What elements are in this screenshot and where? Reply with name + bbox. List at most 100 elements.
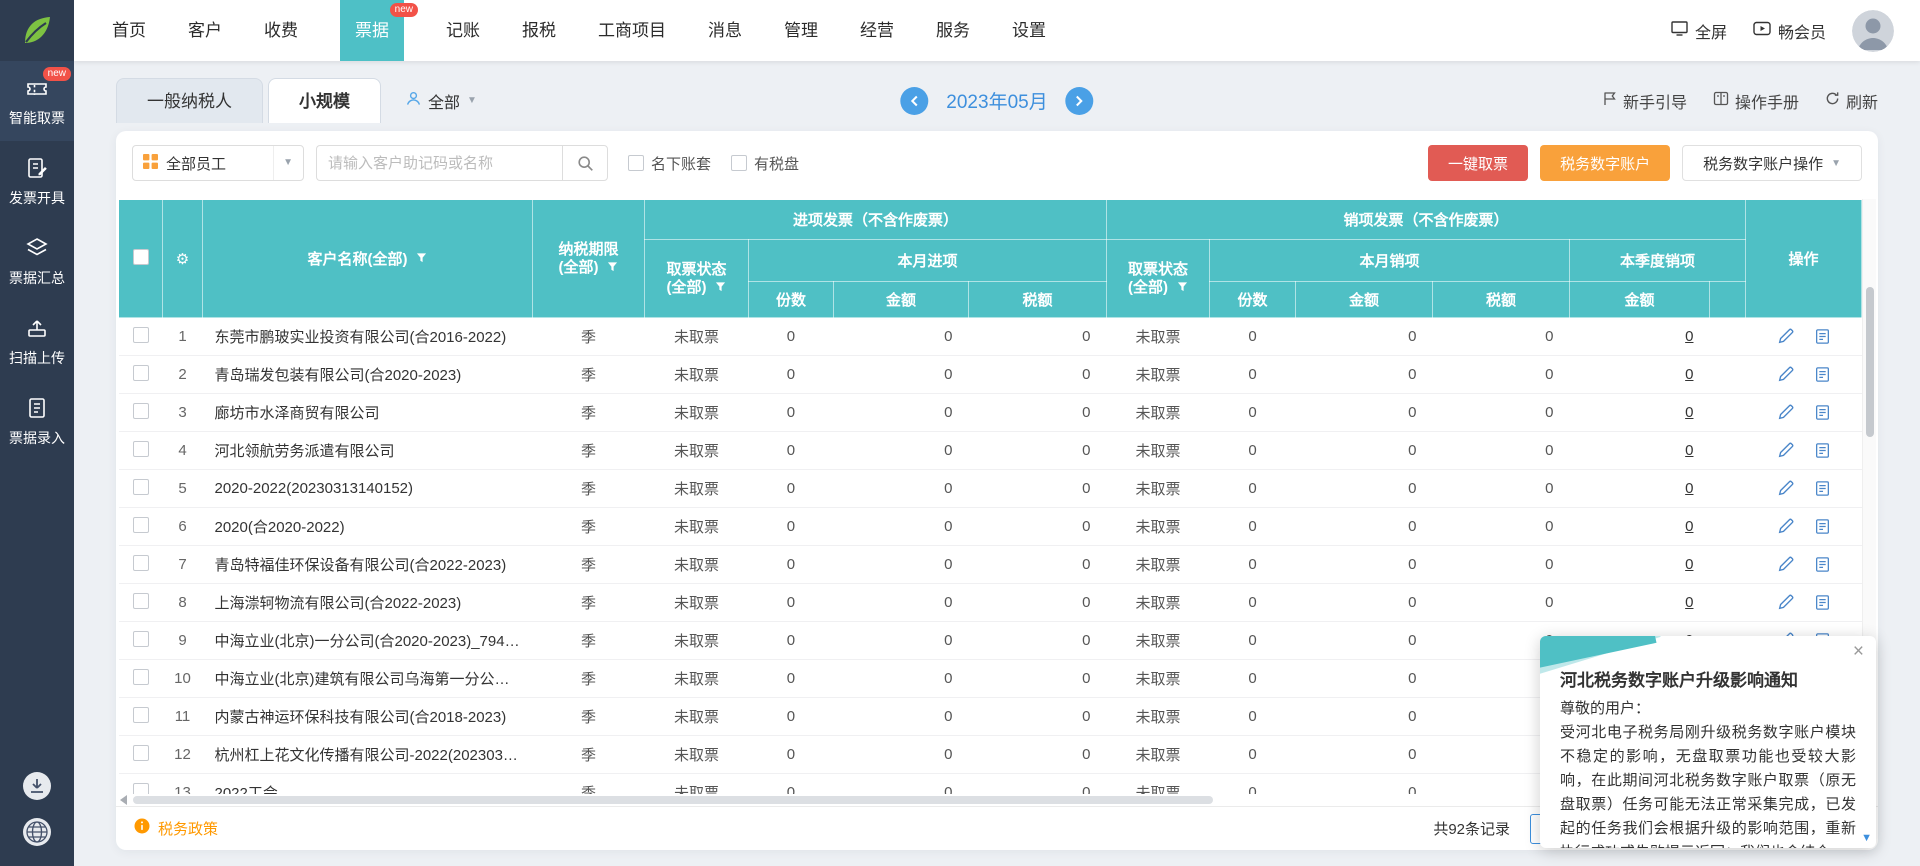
customer-name[interactable]: 河北领航劳务派遣有限公司: [202, 431, 533, 470]
invoice-detail-icon[interactable]: [1814, 480, 1831, 497]
row-checkbox[interactable]: [132, 326, 149, 343]
invoice-detail-icon[interactable]: [1814, 594, 1831, 611]
customer-name[interactable]: 上海漴轲物流有限公司(合2022-2023): [202, 583, 533, 622]
col-select-all[interactable]: [118, 199, 163, 318]
row-checkbox[interactable]: [132, 706, 149, 723]
row-checkbox[interactable]: [132, 668, 149, 685]
own-accounts-checkbox[interactable]: 名下账套: [628, 153, 711, 174]
tax-policy-link[interactable]: 税务政策: [158, 818, 218, 839]
customer-name[interactable]: 2022工会: [202, 773, 533, 794]
table-row[interactable]: 1 东莞市鹏玻实业投资有限公司(合2016-2022) 季 未取票 0 0 0 …: [118, 317, 1862, 356]
nav-item[interactable]: 报税: [522, 0, 556, 61]
quarter-amount-link[interactable]: 0: [1685, 442, 1693, 459]
nav-item[interactable]: 设置: [1012, 0, 1046, 61]
refresh-link[interactable]: 刷新: [1825, 89, 1878, 113]
table-row[interactable]: 5 2020-2022(20230313140152) 季 未取票 0 0 0 …: [118, 469, 1862, 508]
vertical-scrollbar-thumb[interactable]: [1866, 287, 1874, 437]
invoice-detail-icon[interactable]: [1814, 366, 1831, 383]
nav-item[interactable]: 客户: [188, 0, 222, 61]
col-settings[interactable]: ⚙: [162, 199, 203, 318]
edit-icon[interactable]: [1777, 442, 1794, 459]
filter-funnel-icon[interactable]: [715, 279, 726, 297]
customer-name[interactable]: 中海立业(北京)建筑有限公司乌海第一分公司(...: [202, 659, 533, 698]
nav-item[interactable]: 记账: [446, 0, 480, 61]
quarter-amount-link[interactable]: 0: [1685, 366, 1693, 383]
next-month-button[interactable]: [1065, 86, 1094, 115]
edit-icon[interactable]: [1777, 480, 1794, 497]
search-input[interactable]: [316, 145, 562, 181]
col-customer-name[interactable]: 客户名称(全部): [202, 199, 533, 318]
filter-funnel-icon[interactable]: [1177, 279, 1188, 297]
nav-item[interactable]: 管理: [784, 0, 818, 61]
row-checkbox[interactable]: [132, 402, 149, 419]
quarter-amount-link[interactable]: 0: [1685, 328, 1693, 345]
search-button[interactable]: [562, 145, 608, 181]
select-all-checkbox[interactable]: [132, 248, 149, 265]
table-row[interactable]: 6 2020(合2020-2022) 季 未取票 0 0 0 未取票 0 0 0…: [118, 507, 1862, 546]
one-click-fetch-button[interactable]: 一键取票: [1428, 145, 1529, 181]
row-checkbox[interactable]: [132, 592, 149, 609]
invoice-detail-icon[interactable]: [1814, 328, 1831, 345]
org-filter-dropdown[interactable]: 全部 ▼: [406, 78, 477, 123]
table-row[interactable]: 4 河北领航劳务派遣有限公司 季 未取票 0 0 0 未取票 0 0 0 0: [118, 431, 1862, 470]
table-row[interactable]: 2 青岛瑞发包装有限公司(合2020-2023) 季 未取票 0 0 0 未取票…: [118, 355, 1862, 394]
customer-name[interactable]: 中海立业(北京)一分公司(合2020-2023)_79475...: [202, 621, 533, 660]
current-month[interactable]: 2023年05月: [946, 87, 1047, 114]
row-checkbox[interactable]: [132, 364, 149, 381]
edit-icon[interactable]: [1777, 594, 1794, 611]
globe-icon[interactable]: [21, 816, 53, 848]
nav-item[interactable]: 消息: [708, 0, 742, 61]
table-row[interactable]: 8 上海漴轲物流有限公司(合2022-2023) 季 未取票 0 0 0 未取票…: [118, 583, 1862, 622]
invoice-detail-icon[interactable]: [1814, 404, 1831, 421]
app-logo[interactable]: [0, 0, 74, 61]
invoice-detail-icon[interactable]: [1814, 556, 1831, 573]
row-checkbox[interactable]: [132, 554, 149, 571]
invoice-detail-icon[interactable]: [1814, 442, 1831, 459]
customer-name[interactable]: 廊坊市水泽商贸有限公司: [202, 393, 533, 432]
filter-funnel-icon[interactable]: [416, 250, 427, 267]
nav-item[interactable]: 首页: [112, 0, 146, 61]
customer-name[interactable]: 青岛瑞发包装有限公司(合2020-2023): [202, 355, 533, 394]
col-input-status[interactable]: 取票状态 (全部): [643, 239, 749, 318]
invoice-detail-icon[interactable]: [1814, 518, 1831, 535]
col-tax-period[interactable]: 纳税期限 (全部): [531, 199, 645, 318]
sidebar-item-smart-fetch[interactable]: new 智能取票: [0, 61, 74, 141]
row-checkbox[interactable]: [132, 478, 149, 495]
customer-name[interactable]: 杭州杠上花文化传播有限公司-2022(20230310...: [202, 735, 533, 774]
table-row[interactable]: 7 青岛特福佳环保设备有限公司(合2022-2023) 季 未取票 0 0 0 …: [118, 545, 1862, 584]
quarter-amount-link[interactable]: 0: [1685, 594, 1693, 611]
customer-name[interactable]: 东莞市鹏玻实业投资有限公司(合2016-2022): [202, 317, 533, 356]
digital-tax-account-button[interactable]: 税务数字账户: [1540, 145, 1671, 181]
sidebar-item-invoice-issue[interactable]: 发票开具: [0, 141, 74, 221]
filter-funnel-icon[interactable]: [607, 259, 618, 277]
avatar[interactable]: [1852, 9, 1894, 52]
nav-item[interactable]: 工商项目: [598, 0, 666, 61]
quarter-amount-link[interactable]: 0: [1685, 404, 1693, 421]
row-checkbox[interactable]: [132, 630, 149, 647]
digital-tax-ops-dropdown[interactable]: 税务数字账户操作 ▼: [1682, 145, 1862, 181]
prev-month-button[interactable]: [900, 86, 929, 115]
customer-name[interactable]: 2020(合2020-2022): [202, 507, 533, 546]
tab-small-scale[interactable]: 小规模: [268, 78, 381, 123]
edit-icon[interactable]: [1777, 556, 1794, 573]
sidebar-item-invoice-summary[interactable]: 票据汇总: [0, 221, 74, 301]
quarter-amount-link[interactable]: 0: [1685, 518, 1693, 535]
col-output-status[interactable]: 取票状态 (全部): [1105, 239, 1210, 318]
nav-item[interactable]: 票据 new: [340, 0, 418, 61]
edit-icon[interactable]: [1777, 328, 1794, 345]
nav-item[interactable]: 收费: [264, 0, 298, 61]
edit-icon[interactable]: [1777, 404, 1794, 421]
member-button[interactable]: 畅会员: [1753, 19, 1826, 43]
guide-link[interactable]: 新手引导: [1602, 89, 1687, 113]
nav-item[interactable]: 经营: [860, 0, 894, 61]
edit-icon[interactable]: [1777, 366, 1794, 383]
fullscreen-button[interactable]: 全屏: [1671, 19, 1727, 43]
customer-name[interactable]: 内蒙古神运环保科技有限公司(合2018-2023): [202, 697, 533, 736]
tab-general-taxpayer[interactable]: 一般纳税人: [116, 78, 263, 123]
row-checkbox[interactable]: [132, 744, 149, 761]
row-checkbox[interactable]: [132, 440, 149, 457]
table-row[interactable]: 3 廊坊市水泽商贸有限公司 季 未取票 0 0 0 未取票 0 0 0 0: [118, 393, 1862, 432]
download-icon[interactable]: [21, 770, 53, 802]
sidebar-item-scan-upload[interactable]: 扫描上传: [0, 301, 74, 381]
has-tax-disk-checkbox[interactable]: 有税盘: [731, 153, 799, 174]
